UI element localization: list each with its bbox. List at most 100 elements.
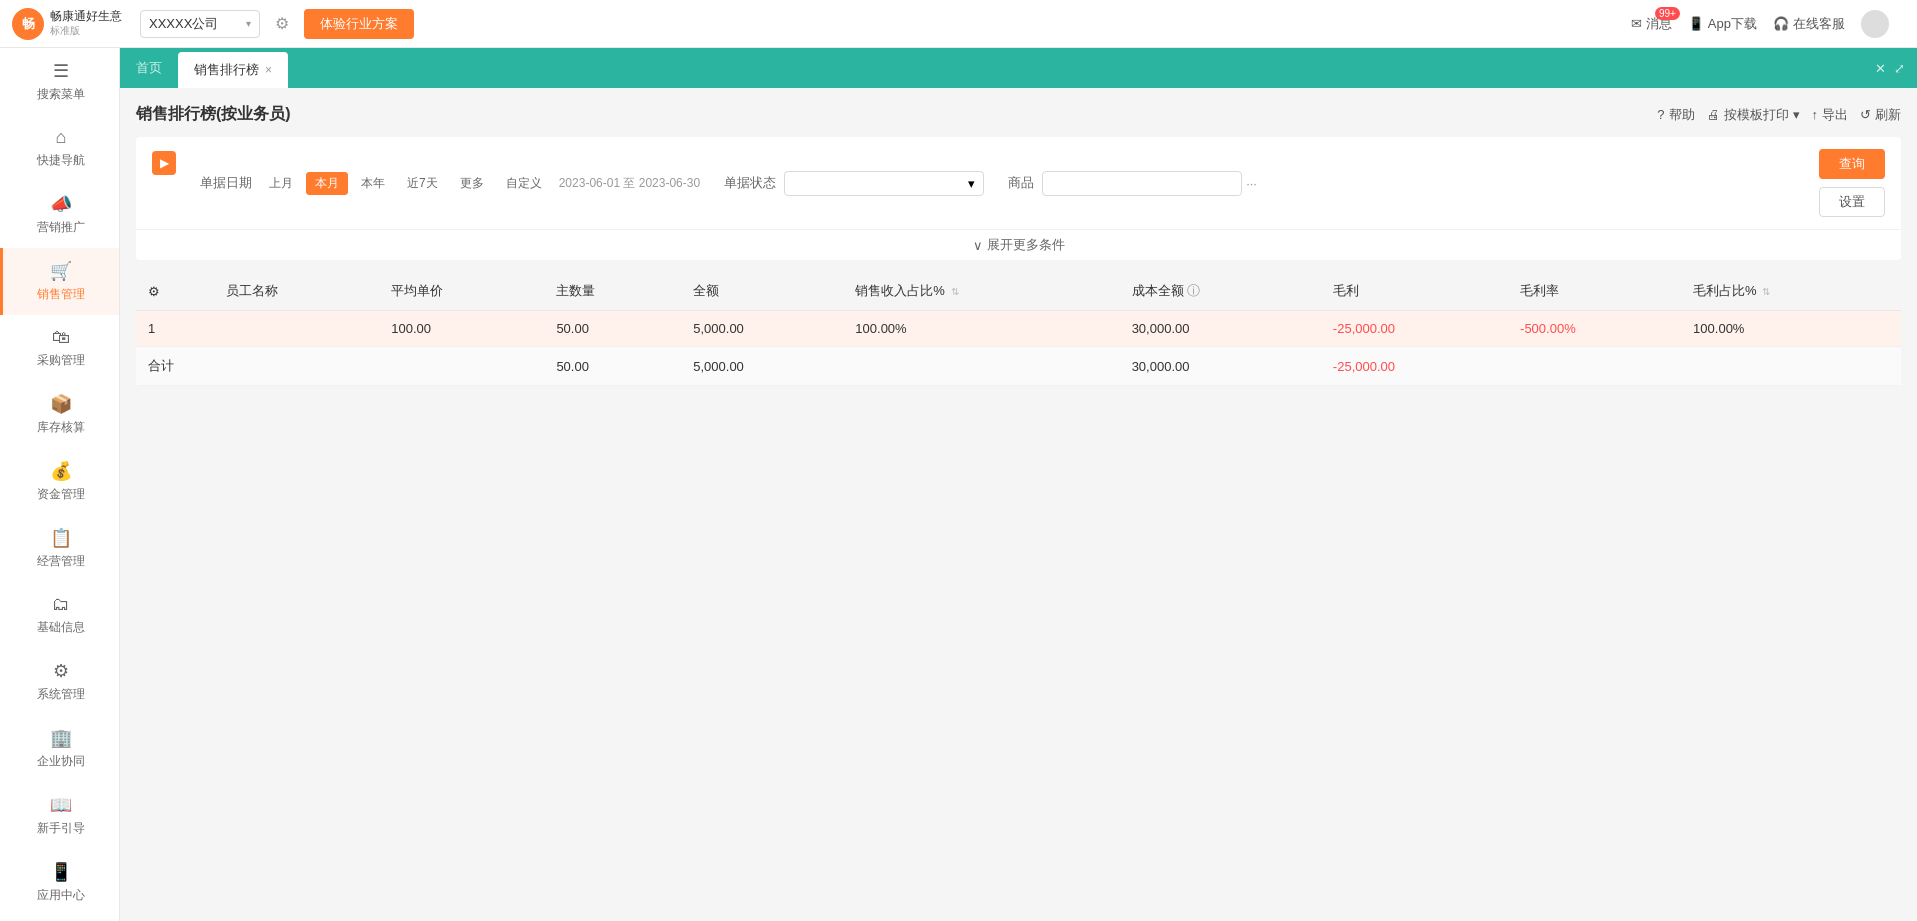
filter-collapse-icon[interactable]: ▶ bbox=[152, 151, 176, 175]
sidebar: ☰ 搜索菜单 ⌂ 快捷导航 📣 营销推广 🛒 销售管理 🛍 采购管理 📦 库存核… bbox=[0, 48, 120, 921]
folder-icon: 🗂 bbox=[52, 594, 70, 615]
sidebar-item-basic-info[interactable]: 🗂 基础信息 bbox=[0, 582, 119, 648]
goods-input[interactable] bbox=[1042, 171, 1242, 196]
footer-amount: 5,000.00 bbox=[681, 347, 843, 386]
sidebar-item-finance[interactable]: 💰 资金管理 bbox=[0, 448, 119, 515]
date-pills: 上月 本月 本年 近7天 更多 自定义 bbox=[260, 172, 551, 195]
footer-gross-pct bbox=[1681, 347, 1901, 386]
footer-gross: -25,000.00 bbox=[1321, 347, 1508, 386]
page-header: 销售排行榜(按业务员) ? 帮助 🖨 按模板打印 ▾ ↑ 导出 bbox=[136, 104, 1901, 125]
table-foot: 合计 50.00 5,000.00 30,000.00 -25,000.00 bbox=[136, 347, 1901, 386]
status-select[interactable]: ▾ bbox=[784, 171, 984, 196]
page-actions: ? 帮助 🖨 按模板打印 ▾ ↑ 导出 ↺ 刷新 bbox=[1657, 106, 1901, 124]
table-row: 1 100.00 50.00 5,000.00 100.00% 30,000.0… bbox=[136, 311, 1901, 347]
expand-more-button[interactable]: ∨ 展开更多条件 bbox=[136, 229, 1901, 260]
company-name: XXXXX公司 bbox=[149, 15, 242, 33]
date-pill-7days[interactable]: 近7天 bbox=[398, 172, 447, 195]
sidebar-item-enterprise[interactable]: 🏢 企业协同 bbox=[0, 715, 119, 782]
sidebar-item-wechat[interactable]: 💬 企业微信 bbox=[0, 916, 119, 921]
status-filter: 单据状态 ▾ bbox=[724, 171, 984, 196]
cell-gross-pct: 100.00% bbox=[1681, 311, 1901, 347]
date-pill-last-month[interactable]: 上月 bbox=[260, 172, 302, 195]
th-name: 员工名称 bbox=[214, 272, 379, 311]
box-icon: 📦 bbox=[50, 393, 72, 415]
footer-main-qty: 50.00 bbox=[544, 347, 681, 386]
table-body: 1 100.00 50.00 5,000.00 100.00% 30,000.0… bbox=[136, 311, 1901, 347]
sidebar-item-inventory[interactable]: 📦 库存核算 bbox=[0, 381, 119, 448]
message-button[interactable]: ✉ 消息 99+ bbox=[1631, 15, 1672, 33]
table-head: ⚙ 员工名称 平均单价 主数量 全额 销售收入占比% ⇅ 成本全额 bbox=[136, 272, 1901, 311]
filter-fields: 单据日期 上月 本月 本年 近7天 更多 自定义 2023-06-01 至 20… bbox=[200, 149, 1885, 217]
sidebar-item-app-center[interactable]: 📱 应用中心 bbox=[0, 849, 119, 916]
cell-sales-pct: 100.00% bbox=[843, 311, 1119, 347]
settings-button[interactable]: 设置 bbox=[1819, 187, 1885, 217]
sidebar-item-marketing[interactable]: 📣 营销推广 bbox=[0, 181, 119, 248]
app-icon: 📱 bbox=[1688, 16, 1704, 31]
trial-button[interactable]: 体验行业方案 bbox=[304, 9, 414, 39]
sidebar-item-search-order[interactable]: ☰ 搜索菜单 bbox=[0, 48, 119, 115]
footer-cost: 30,000.00 bbox=[1120, 347, 1321, 386]
more-options-icon[interactable]: ··· bbox=[1246, 176, 1257, 191]
chevron-down-icon: ▾ bbox=[246, 18, 251, 29]
sidebar-item-guide[interactable]: 📖 新手引导 bbox=[0, 782, 119, 849]
megaphone-icon: 📣 bbox=[50, 193, 72, 215]
print-icon: 🖨 bbox=[1707, 107, 1720, 122]
th-cost: 成本全额 ⓘ bbox=[1120, 272, 1321, 311]
mobile-icon: 📱 bbox=[50, 861, 72, 883]
table-footer-row: 合计 50.00 5,000.00 30,000.00 -25,000.00 bbox=[136, 347, 1901, 386]
date-pill-custom[interactable]: 自定义 bbox=[497, 172, 551, 195]
th-gross-rate: 毛利率 bbox=[1508, 272, 1681, 311]
footer-gross-rate bbox=[1508, 347, 1681, 386]
settings-icon[interactable]: ⚙ bbox=[268, 10, 296, 38]
page-title: 销售排行榜(按业务员) bbox=[136, 104, 291, 125]
online-service-button[interactable]: 🎧 在线客服 bbox=[1773, 15, 1845, 33]
date-pill-this-month[interactable]: 本月 bbox=[306, 172, 348, 195]
window-close-icon[interactable]: ✕ bbox=[1875, 61, 1886, 76]
app-download-button[interactable]: 📱 App下载 bbox=[1688, 15, 1757, 33]
company-selector[interactable]: XXXXX公司 ▾ bbox=[140, 10, 260, 38]
gross-pct-sort-icon[interactable]: ⇅ bbox=[1762, 286, 1770, 297]
sidebar-item-purchase[interactable]: 🛍 采购管理 bbox=[0, 315, 119, 381]
sidebar-item-operation[interactable]: 📋 经营管理 bbox=[0, 515, 119, 582]
logo-icon: 畅 bbox=[12, 8, 44, 40]
sidebar-item-system[interactable]: ⚙ 系统管理 bbox=[0, 648, 119, 715]
content-area: 首页 销售排行榜 × ✕ ⤢ 销售排行榜(按业务员) ? 帮助 bbox=[120, 48, 1917, 921]
help-button[interactable]: ? 帮助 bbox=[1657, 106, 1694, 124]
cell-cost: 30,000.00 bbox=[1120, 311, 1321, 347]
date-pill-this-year[interactable]: 本年 bbox=[352, 172, 394, 195]
date-pill-more[interactable]: 更多 bbox=[451, 172, 493, 195]
export-button[interactable]: ↑ 导出 bbox=[1812, 106, 1849, 124]
th-sales-pct: 销售收入占比% ⇅ bbox=[843, 272, 1119, 311]
footer-sales-pct bbox=[843, 347, 1119, 386]
logo-area: 畅 畅康通好生意 标准版 bbox=[12, 8, 132, 40]
money-icon: 💰 bbox=[50, 460, 72, 482]
tab-close-icon[interactable]: × bbox=[265, 63, 272, 77]
window-expand-icon[interactable]: ⤢ bbox=[1894, 61, 1905, 76]
th-main-qty: 主数量 bbox=[544, 272, 681, 311]
tab-home[interactable]: 首页 bbox=[120, 48, 178, 88]
th-gross: 毛利 bbox=[1321, 272, 1508, 311]
avatar[interactable] bbox=[1861, 10, 1889, 38]
home-icon: ⌂ bbox=[56, 127, 67, 148]
status-label: 单据状态 bbox=[724, 174, 776, 192]
goods-label: 商品 bbox=[1008, 174, 1034, 192]
sidebar-label: 搜索菜单 bbox=[37, 86, 85, 103]
search-icon: ☰ bbox=[53, 60, 69, 82]
cell-amount: 5,000.00 bbox=[681, 311, 843, 347]
refresh-icon: ↺ bbox=[1860, 107, 1871, 122]
th-avg-price: 平均单价 bbox=[379, 272, 544, 311]
sidebar-item-quick-nav[interactable]: ⌂ 快捷导航 bbox=[0, 115, 119, 181]
th-amount: 全额 bbox=[681, 272, 843, 311]
cell-main-qty: 50.00 bbox=[544, 311, 681, 347]
goods-filter: 商品 ··· bbox=[1008, 171, 1257, 196]
query-button[interactable]: 查询 bbox=[1819, 149, 1885, 179]
book-icon: 📖 bbox=[50, 794, 72, 816]
sidebar-item-sales[interactable]: 🛒 销售管理 bbox=[0, 248, 119, 315]
sales-pct-sort-icon[interactable]: ⇅ bbox=[951, 286, 959, 297]
th-gear-icon[interactable]: ⚙ bbox=[148, 284, 160, 299]
cost-info-icon[interactable]: ⓘ bbox=[1187, 283, 1200, 298]
print-button[interactable]: 🖨 按模板打印 ▾ bbox=[1707, 106, 1800, 124]
tab-sales-ranking[interactable]: 销售排行榜 × bbox=[178, 52, 288, 88]
refresh-button[interactable]: ↺ 刷新 bbox=[1860, 106, 1901, 124]
top-right-area: ✉ 消息 99+ 📱 App下载 🎧 在线客服 bbox=[1631, 10, 1905, 38]
